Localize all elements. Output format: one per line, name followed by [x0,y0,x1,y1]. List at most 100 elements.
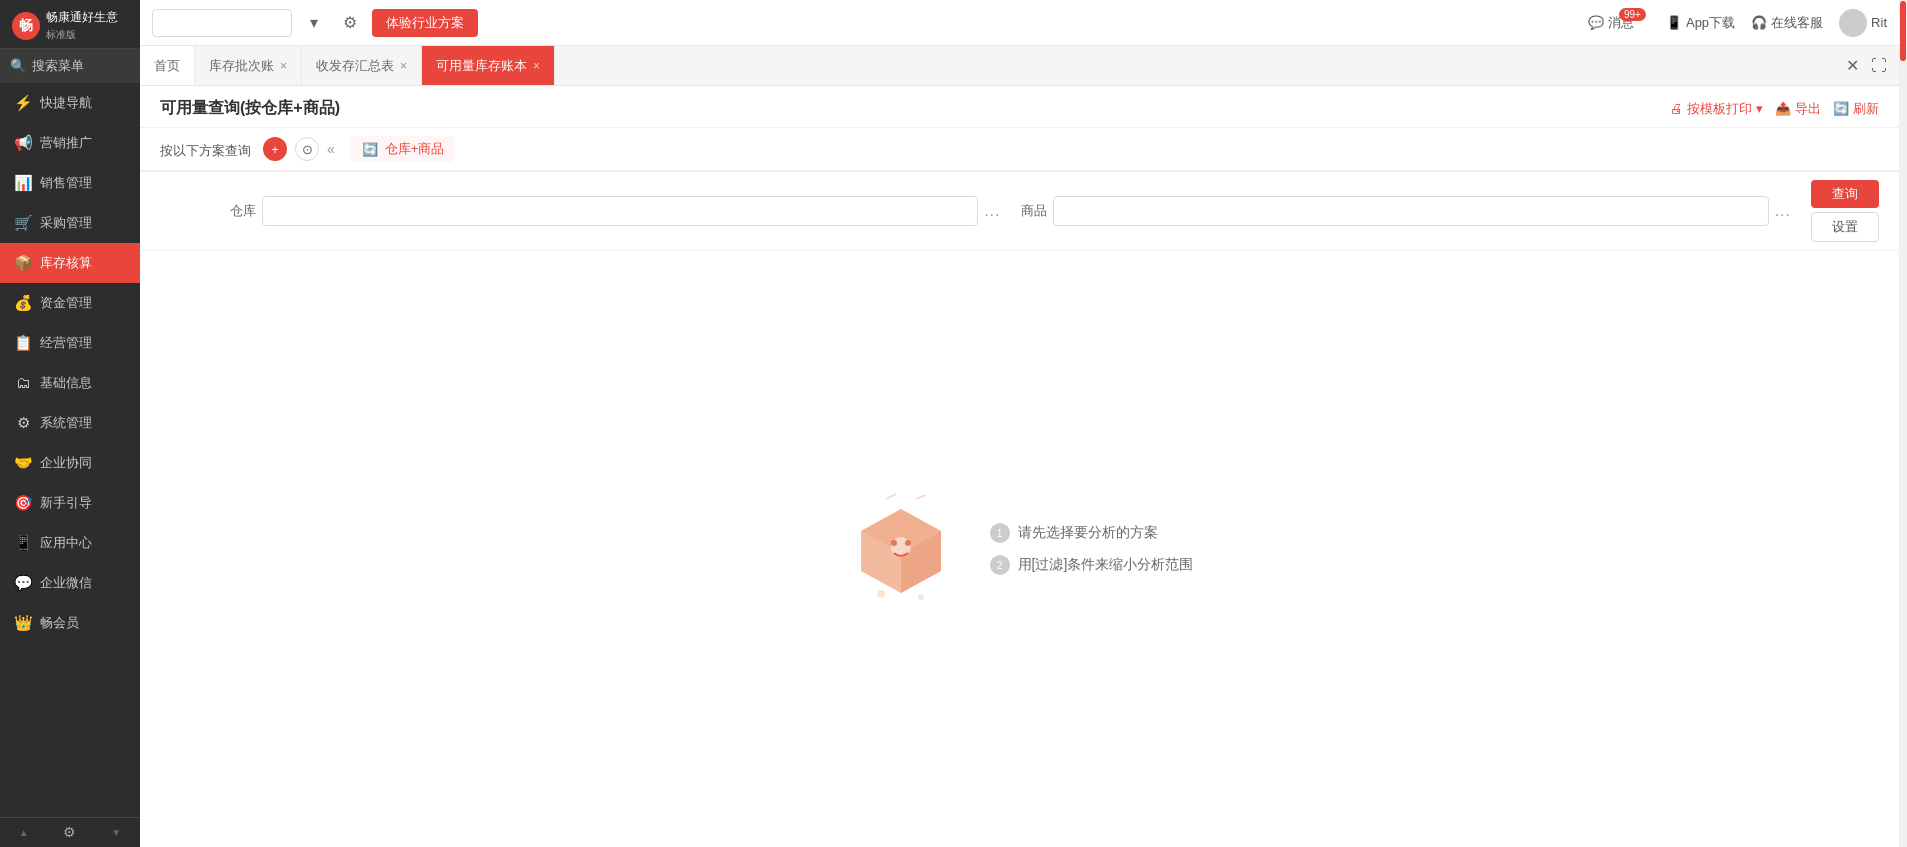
sidebar-item-basic[interactable]: 🗂 基础信息 [0,363,140,403]
nav-icon-inventory: 📦 [14,254,32,272]
print-dropdown-icon: ▾ [1756,101,1763,116]
svg-point-6 [905,540,911,546]
empty-state: 1 请先选择要分析的方案 2 用[过滤]条件来缩小分析范围 [846,489,1194,609]
sidebar-item-purchase[interactable]: 🛒 采购管理 [0,203,140,243]
tip-text-1: 请先选择要分析的方案 [1018,524,1158,542]
topbar-right: 💬 消息 99+ 📱 App下载 🎧 在线客服 Rit [1588,9,1887,37]
print-template-btn[interactable]: 🖨 按模板打印 ▾ [1670,100,1763,118]
topbar-left: ▾ ⚙ 体验行业方案 [152,9,1578,37]
warehouse-dots-btn[interactable]: ... [984,202,1000,220]
topbar-message[interactable]: 💬 消息 99+ [1588,14,1634,32]
fields-settings-btn[interactable]: 设置 [1811,212,1879,242]
tab-close-current-btn[interactable]: ✕ [1842,52,1863,79]
logo-icon: 畅 [12,12,40,40]
page-actions: 🖨 按模板打印 ▾ 📤 导出 🔄 刷新 [1670,100,1879,118]
nav-label-basic: 基础信息 [40,374,92,392]
username-label: Rit [1871,15,1887,30]
warehouse-field-group: 仓库 ... [230,196,1001,226]
message-icon: 💬 [1588,15,1604,30]
content-area: 1 请先选择要分析的方案 2 用[过滤]条件来缩小分析范围 [140,251,1899,847]
sidebar-settings-icon[interactable]: ⚙ [63,824,76,841]
tab-available-qty[interactable]: 可用量库存账本 × [422,46,555,86]
empty-tip-1: 1 请先选择要分析的方案 [990,523,1194,543]
query-btn[interactable]: 查询 [1811,180,1879,208]
nav-label-wechat: 企业微信 [40,574,92,592]
nav-label-quick-nav: 快捷导航 [40,94,92,112]
topbar-customer-service[interactable]: 🎧 在线客服 [1751,14,1823,32]
scroll-down-arrow[interactable]: ▼ [108,824,124,841]
filter-settings-btn[interactable]: ⊙ [295,137,319,161]
nav-label-app-center: 应用中心 [40,534,92,552]
scrollbar-thumb[interactable] [1900,1,1906,61]
nav-icon-app-center: 📱 [14,534,32,552]
sidebar-item-sales[interactable]: 📊 销售管理 [0,163,140,203]
filter-collapse-btn[interactable]: « [327,141,335,157]
filter-fields-row: 仓库 ... 商品 ... 查询 设置 [140,172,1899,251]
topbar: ▾ ⚙ 体验行业方案 💬 消息 99+ 📱 App下载 🎧 在线客服 [140,0,1899,46]
nav-label-newbie: 新手引导 [40,494,92,512]
scroll-up-arrow[interactable]: ▲ [16,824,32,841]
sidebar-item-enterprise[interactable]: 🤝 企业协同 [0,443,140,483]
sidebar-logo: 畅 畅康通好生意 标准版 [0,0,140,49]
tip-num-2: 2 [990,555,1010,575]
tab-receipt-summary-label: 收发存汇总表 [316,57,394,75]
nav-icon-marketing: 📢 [14,134,32,152]
experience-industry-button[interactable]: 体验行业方案 [372,9,478,37]
product-input[interactable] [1053,196,1769,226]
sidebar-item-system[interactable]: ⚙ 系统管理 [0,403,140,443]
nav-label-purchase: 采购管理 [40,214,92,232]
nav-icon-sales: 📊 [14,174,32,192]
page-title: 可用量查询(按仓库+商品) [160,98,340,119]
sidebar-item-quick-nav[interactable]: ⚡ 快捷导航 [0,83,140,123]
tab-receipt-summary-close[interactable]: × [400,59,407,73]
app-edition: 标准版 [46,28,118,42]
topbar-app-download[interactable]: 📱 App下载 [1666,14,1735,32]
warehouse-field-label: 仓库 [230,202,256,220]
nav-icon-basic: 🗂 [14,374,32,392]
product-dots-btn[interactable]: ... [1775,202,1791,220]
export-btn[interactable]: 📤 导出 [1775,100,1821,118]
message-badge: 99+ [1619,8,1646,21]
sidebar-item-operations[interactable]: 📋 经营管理 [0,323,140,363]
print-icon: 🖨 [1670,101,1683,116]
svg-point-9 [877,590,885,598]
scheme-item-label: 仓库+商品 [385,140,445,158]
sidebar-item-finance[interactable]: 💰 资金管理 [0,283,140,323]
filter-add-btn[interactable]: + [263,137,287,161]
sidebar-item-wechat[interactable]: 💬 企业微信 [0,563,140,603]
customer-service-label: 在线客服 [1771,14,1823,32]
topbar-search-input[interactable] [152,9,292,37]
product-field-group: 商品 ... [1021,196,1792,226]
topbar-user[interactable]: Rit [1839,9,1887,37]
tab-expand-btn[interactable]: ⛶ [1867,53,1891,79]
sidebar-item-app-center[interactable]: 📱 应用中心 [0,523,140,563]
tabs-bar: 首页 库存批次账 × 收发存汇总表 × 可用量库存账本 × ✕ ⛶ [140,46,1899,86]
sidebar-item-inventory[interactable]: 📦 库存核算 [0,243,140,283]
tab-available-qty-close[interactable]: × [533,59,540,73]
warehouse-input[interactable] [262,196,978,226]
empty-illustration [846,489,966,609]
refresh-btn[interactable]: 🔄 刷新 [1833,100,1879,118]
topbar-dropdown-btn[interactable]: ▾ [300,9,328,37]
tab-batch-account[interactable]: 库存批次账 × [195,46,302,86]
tab-batch-account-label: 库存批次账 [209,57,274,75]
tab-batch-account-close[interactable]: × [280,59,287,73]
scheme-item-warehouse-product[interactable]: 🔄 仓库+商品 [351,136,455,162]
tip-num-1: 1 [990,523,1010,543]
nav-icon-finance: 💰 [14,294,32,312]
tab-home[interactable]: 首页 [140,46,195,86]
sidebar-item-member[interactable]: 👑 畅会员 [0,603,140,643]
empty-tip-2: 2 用[过滤]条件来缩小分析范围 [990,555,1194,575]
nav-label-sales: 销售管理 [40,174,92,192]
svg-point-10 [918,594,924,600]
filter-label: 按以下方案查询 [160,142,251,160]
nav-label-member: 畅会员 [40,614,79,632]
sidebar-item-marketing[interactable]: 📢 营销推广 [0,123,140,163]
nav-label-finance: 资金管理 [40,294,92,312]
sidebar-search[interactable]: 🔍 搜索菜单 [0,49,140,83]
empty-tips: 1 请先选择要分析的方案 2 用[过滤]条件来缩小分析范围 [990,523,1194,575]
sidebar-nav: ⚡ 快捷导航 📢 营销推广 📊 销售管理 🛒 采购管理 📦 库存核算 💰 资金管… [0,83,140,817]
tab-receipt-summary[interactable]: 收发存汇总表 × [302,46,422,86]
sidebar-item-newbie[interactable]: 🎯 新手引导 [0,483,140,523]
topbar-gear-btn[interactable]: ⚙ [336,9,364,37]
